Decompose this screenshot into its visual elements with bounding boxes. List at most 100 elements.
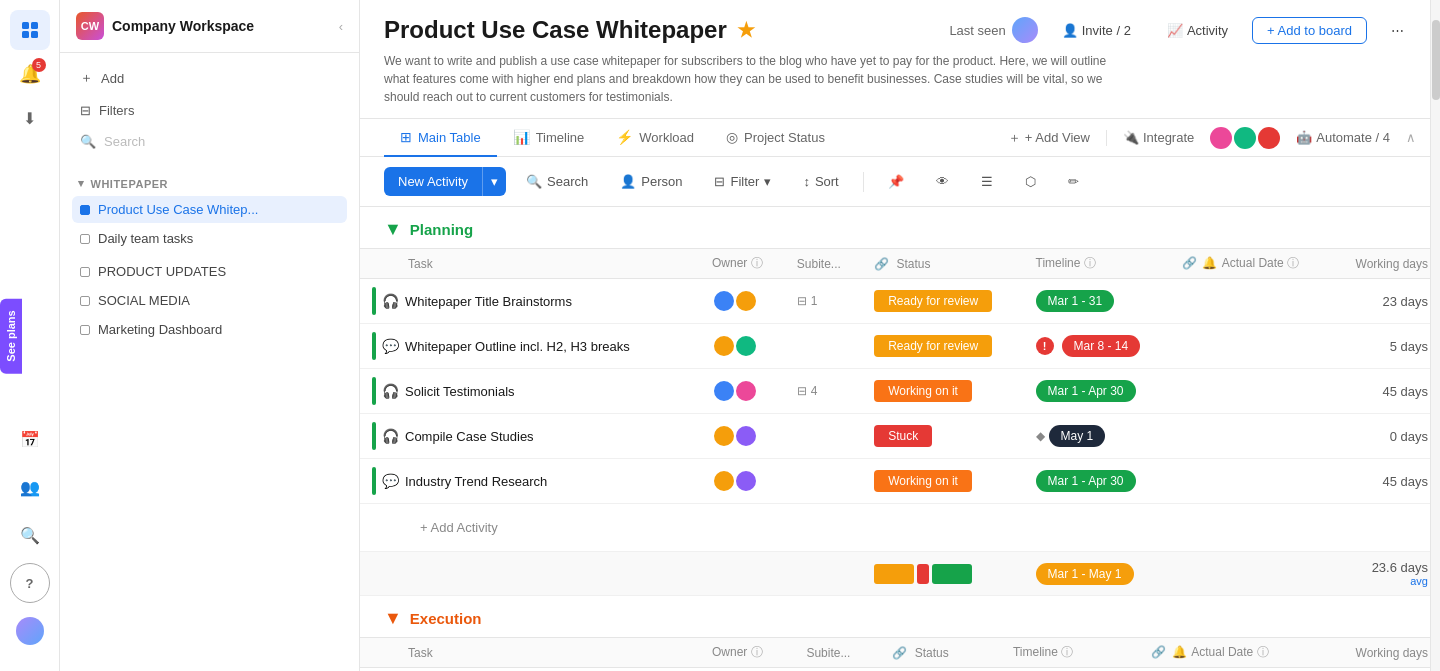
table-area: ▼ Planning Task Owner ⓘ Subite... xyxy=(360,207,1440,671)
sidebar-item-product-use-case[interactable]: Product Use Case Whitep... xyxy=(72,196,347,223)
owner-info-icon[interactable]: ⓘ xyxy=(751,256,763,270)
filter-button[interactable]: ⊟ Filter ▾ xyxy=(702,168,783,195)
tabs-bar: ⊞ Main Table 📊 Timeline ⚡ Workload ◎ Pro… xyxy=(360,119,1440,157)
pin-icon[interactable]: 📌 xyxy=(876,168,916,195)
eye-icon[interactable]: 👁 xyxy=(924,168,961,195)
timeline-cell[interactable]: ! Mar 8 - 14 xyxy=(1024,324,1170,369)
owner-info-icon[interactable]: ⓘ xyxy=(751,645,763,659)
sidebar-item-daily-team-tasks[interactable]: Daily team tasks xyxy=(72,225,347,252)
search-nav-icon[interactable]: 🔍 xyxy=(10,515,50,555)
integrate-button[interactable]: 🔌 Integrate xyxy=(1115,126,1202,149)
tab-main-table[interactable]: ⊞ Main Table xyxy=(384,119,497,157)
group-expand-icon[interactable]: ▼ xyxy=(384,219,402,240)
task-name[interactable]: Whitepaper Title Brainstorms xyxy=(405,294,572,309)
tab-project-status[interactable]: ◎ Project Status xyxy=(710,119,841,157)
timeline-cell[interactable]: Mar 15 - 21 xyxy=(1001,668,1139,672)
add-view-button[interactable]: ＋ + Add View xyxy=(1000,125,1098,151)
actual-info-icon2[interactable]: ⓘ xyxy=(1257,645,1269,659)
shapes-icon[interactable]: ⬡ xyxy=(1013,168,1048,195)
scrollbar[interactable] xyxy=(1430,0,1440,671)
execution-title: Execution xyxy=(410,610,482,627)
status-badge[interactable]: Working on it xyxy=(874,470,972,492)
new-activity-dropdown-icon[interactable]: ▾ xyxy=(482,167,506,196)
icon-bar: 🔔 5 ⬇ See plans 📅 👥 🔍 ? xyxy=(0,0,60,671)
owner-cell[interactable] xyxy=(700,459,785,504)
status-badge[interactable]: Ready for review xyxy=(874,290,992,312)
subitems-cell xyxy=(794,668,880,672)
status-cell[interactable]: Ready for review xyxy=(862,324,1023,369)
timeline-cell[interactable]: Mar 1 - Apr 30 xyxy=(1024,459,1170,504)
favorite-star-icon[interactable]: ★ xyxy=(737,18,755,42)
status-cell[interactable]: Working on it xyxy=(862,369,1023,414)
sidebar-item-marketing-dashboard[interactable]: Marketing Dashboard xyxy=(72,316,347,343)
header-actions: Last seen 👤 Invite / 2 📈 Activity + Add … xyxy=(949,17,1416,44)
group-expand-icon[interactable]: ▼ xyxy=(384,608,402,629)
user-avatar[interactable] xyxy=(10,611,50,651)
home-nav-icon[interactable] xyxy=(10,10,50,50)
working-days-cell: 5 days xyxy=(1318,668,1440,672)
page-title-row: Product Use Case Whitepaper ★ Last seen … xyxy=(384,16,1416,44)
help-nav-icon[interactable]: ? xyxy=(10,563,50,603)
status-badge[interactable]: Working on it xyxy=(874,380,972,402)
new-activity-button[interactable]: New Activity ▾ xyxy=(384,167,506,196)
owner-cell[interactable] xyxy=(700,324,785,369)
owner-cell[interactable] xyxy=(700,414,785,459)
table-row: 💬 Industry Trend Research xyxy=(360,459,1440,504)
task-name[interactable]: Whitepaper Outline incl. H2, H3 breaks xyxy=(405,339,630,354)
owner-cell[interactable] xyxy=(700,279,785,324)
sidebar-actions: ＋ Add ⊟ Filters 🔍 Search xyxy=(60,53,359,165)
sidebar-collapse-btn[interactable]: ‹ xyxy=(339,19,343,34)
timeline-cell[interactable]: Mar 1 - 31 xyxy=(1024,279,1170,324)
task-name[interactable]: Compile Case Studies xyxy=(405,429,534,444)
rows-icon[interactable]: ☰ xyxy=(969,168,1005,195)
tab-workload[interactable]: ⚡ Workload xyxy=(600,119,710,157)
see-plans-button[interactable]: See plans xyxy=(0,298,22,373)
bell-nav-icon[interactable]: 🔔 5 xyxy=(10,54,50,94)
more-options-button[interactable]: ⋯ xyxy=(1379,18,1416,43)
status-cell[interactable]: Working on it xyxy=(862,459,1023,504)
status-cell[interactable]: Up Next xyxy=(880,668,1001,672)
owner-cell[interactable] xyxy=(700,668,794,672)
task-name[interactable]: Industry Trend Research xyxy=(405,474,547,489)
timeline-badge[interactable]: Mar 1 - Apr 30 xyxy=(1036,380,1136,402)
sort-button[interactable]: ↕ Sort xyxy=(791,168,850,195)
timeline-info-icon2[interactable]: ⓘ xyxy=(1061,645,1073,659)
subitems-cell xyxy=(785,414,862,459)
download-nav-icon[interactable]: ⬇ xyxy=(10,98,50,138)
timeline-info-icon[interactable]: ⓘ xyxy=(1084,256,1096,270)
timeline-cell[interactable]: Mar 1 - Apr 30 xyxy=(1024,369,1170,414)
invite-button[interactable]: 👤 Invite / 2 xyxy=(1050,18,1143,43)
timeline-badge[interactable]: Mar 8 - 14 xyxy=(1062,335,1141,357)
whitepaper-section[interactable]: ▾ WHITEPAPER xyxy=(72,173,347,194)
collapse-icon[interactable]: ∧ xyxy=(1406,130,1416,145)
summary-empty xyxy=(360,552,700,596)
tab-timeline[interactable]: 📊 Timeline xyxy=(497,119,601,157)
automate-button[interactable]: 🤖 Automate / 4 xyxy=(1288,126,1398,149)
team-nav-icon[interactable]: 👥 xyxy=(10,467,50,507)
timeline-badge[interactable]: Mar 1 - 31 xyxy=(1036,290,1115,312)
timeline-cell[interactable]: ◆ May 1 xyxy=(1024,414,1170,459)
status-cell[interactable]: Stuck xyxy=(862,414,1023,459)
sidebar-item-social-media[interactable]: SOCIAL MEDIA xyxy=(72,287,347,314)
status-badge[interactable]: Ready for review xyxy=(874,335,992,357)
task-name[interactable]: Solicit Testimonials xyxy=(405,384,515,399)
search-input[interactable]: 🔍 Search xyxy=(72,128,347,155)
person-filter-button[interactable]: 👤 Person xyxy=(608,168,694,195)
add-button[interactable]: ＋ Add xyxy=(72,63,347,93)
scrollbar-thumb[interactable] xyxy=(1432,20,1440,100)
search-toolbar-button[interactable]: 🔍 Search xyxy=(514,168,600,195)
page-description: We want to write and publish a use case … xyxy=(384,52,1134,106)
add-to-board-button[interactable]: + Add to board xyxy=(1252,17,1367,44)
edit-icon[interactable]: ✏ xyxy=(1056,168,1091,195)
sidebar-item-product-updates[interactable]: PRODUCT UPDATES xyxy=(72,258,347,285)
calendar-nav-icon[interactable]: 📅 xyxy=(10,419,50,459)
add-activity-button[interactable]: + Add Activity xyxy=(372,512,1428,543)
activity-button[interactable]: 📈 Activity xyxy=(1155,18,1240,43)
actual-info-icon[interactable]: ⓘ xyxy=(1287,256,1299,270)
timeline-badge[interactable]: Mar 1 - Apr 30 xyxy=(1036,470,1136,492)
filters-button[interactable]: ⊟ Filters xyxy=(72,97,347,124)
status-badge[interactable]: Stuck xyxy=(874,425,932,447)
timeline-badge[interactable]: May 1 xyxy=(1049,425,1106,447)
status-cell[interactable]: Ready for review xyxy=(862,279,1023,324)
owner-cell[interactable] xyxy=(700,369,785,414)
